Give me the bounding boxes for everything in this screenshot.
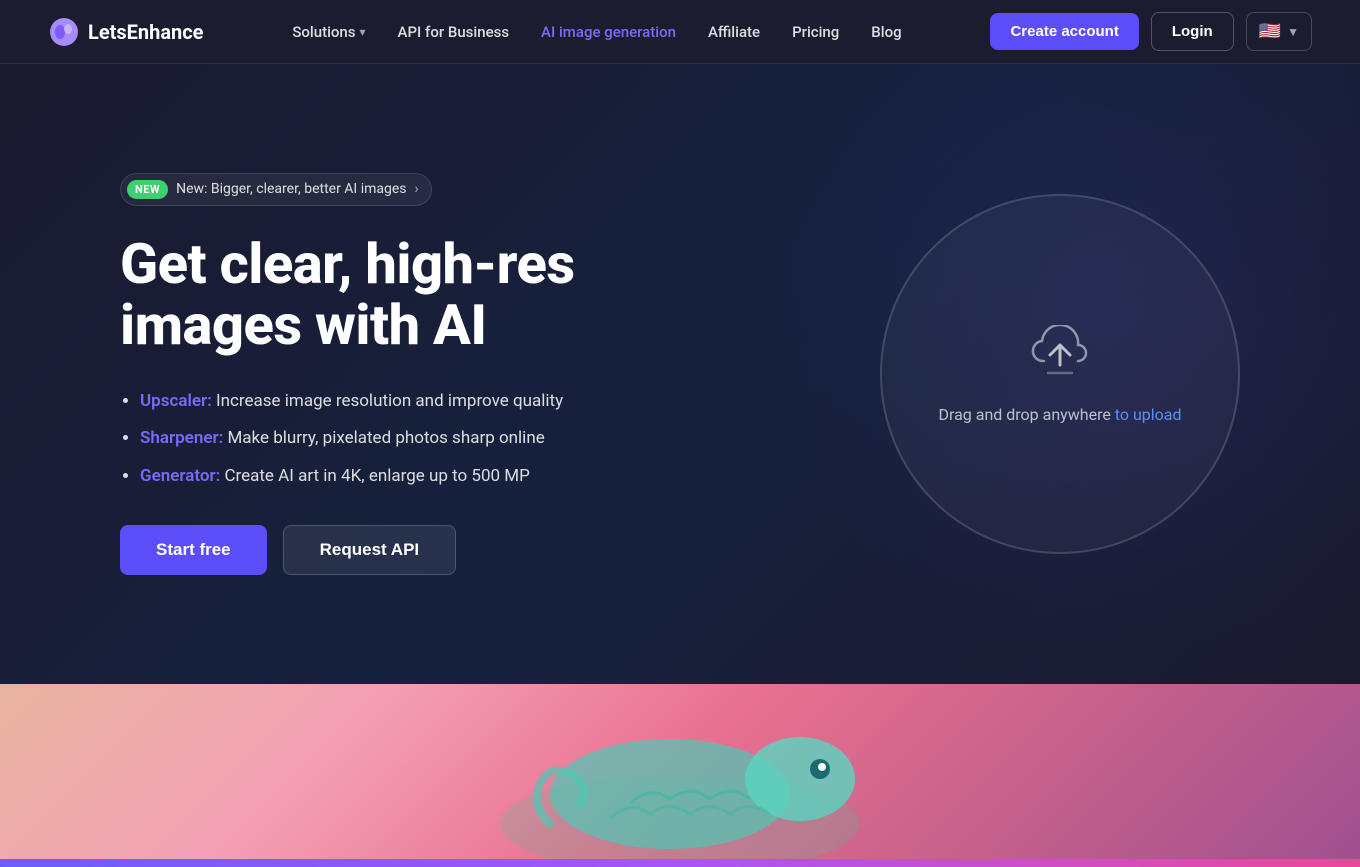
hero-features: Upscaler: Increase image resolution and … [120,389,700,490]
new-badge[interactable]: NEW New: Bigger, clearer, better AI imag… [120,173,432,206]
new-tag: NEW [127,180,168,199]
language-selector[interactable]: 🇺🇸 ▼ [1246,12,1312,51]
upload-text: Drag and drop anywhere to upload [938,405,1181,424]
nav-item-blog[interactable]: Blog [871,23,901,41]
flag-icon: 🇺🇸 [1259,21,1281,42]
feature-label-sharpener: Sharpener: [140,428,223,448]
lang-chevron-icon: ▼ [1287,25,1299,39]
nav-actions: Create account Login 🇺🇸 ▼ [990,12,1312,51]
logo-icon [48,16,80,48]
feature-generator: Generator: Create AI art in 4K, enlarge … [140,464,700,490]
hero-buttons: Start free Request API [120,525,700,575]
feature-text-generator: Create AI art in 4K, enlarge up to 500 M… [224,466,529,486]
feature-label-generator: Generator: [140,466,220,486]
nav-item-solutions[interactable]: Solutions ▾ [292,23,365,41]
create-account-button[interactable]: Create account [990,13,1138,50]
request-api-button[interactable]: Request API [283,525,457,575]
nav-item-ai-image[interactable]: AI image generation [541,23,676,41]
nav-item-affiliate[interactable]: Affiliate [708,23,760,41]
feature-sharpener: Sharpener: Make blurry, pixelated photos… [140,426,700,452]
feature-upscaler: Upscaler: Increase image resolution and … [140,389,700,415]
nav-links: Solutions ▾ API for Business AI image ge… [292,23,901,41]
nav-item-pricing[interactable]: Pricing [792,23,839,41]
feature-label-upscaler: Upscaler: [140,391,212,411]
hero-section: NEW New: Bigger, clearer, better AI imag… [0,64,1360,684]
navbar: LetsEnhance Solutions ▾ API for Business… [0,0,1360,64]
hero-title: Get clear, high-res images with AI [120,234,700,357]
nav-item-api[interactable]: API for Business [398,23,510,41]
solutions-chevron-icon: ▾ [360,25,366,39]
logo[interactable]: LetsEnhance [48,16,203,48]
upload-cloud-icon [1028,325,1092,389]
feature-text-sharpener: Make blurry, pixelated photos sharp onli… [227,428,544,448]
chameleon-image [430,684,930,859]
upload-dropzone[interactable]: Drag and drop anywhere to upload [880,194,1240,554]
feature-text-upscaler: Increase image resolution and improve qu… [216,391,563,411]
start-free-button[interactable]: Start free [120,525,267,575]
bottom-gradient-bar [0,859,1360,867]
login-button[interactable]: Login [1151,12,1234,51]
hero-content: NEW New: Bigger, clearer, better AI imag… [120,173,700,576]
badge-arrow-icon: › [415,181,419,197]
chameleon-section [0,684,1360,859]
badge-text: New: Bigger, clearer, better AI images [176,181,406,197]
upload-link[interactable]: to upload [1115,405,1182,424]
